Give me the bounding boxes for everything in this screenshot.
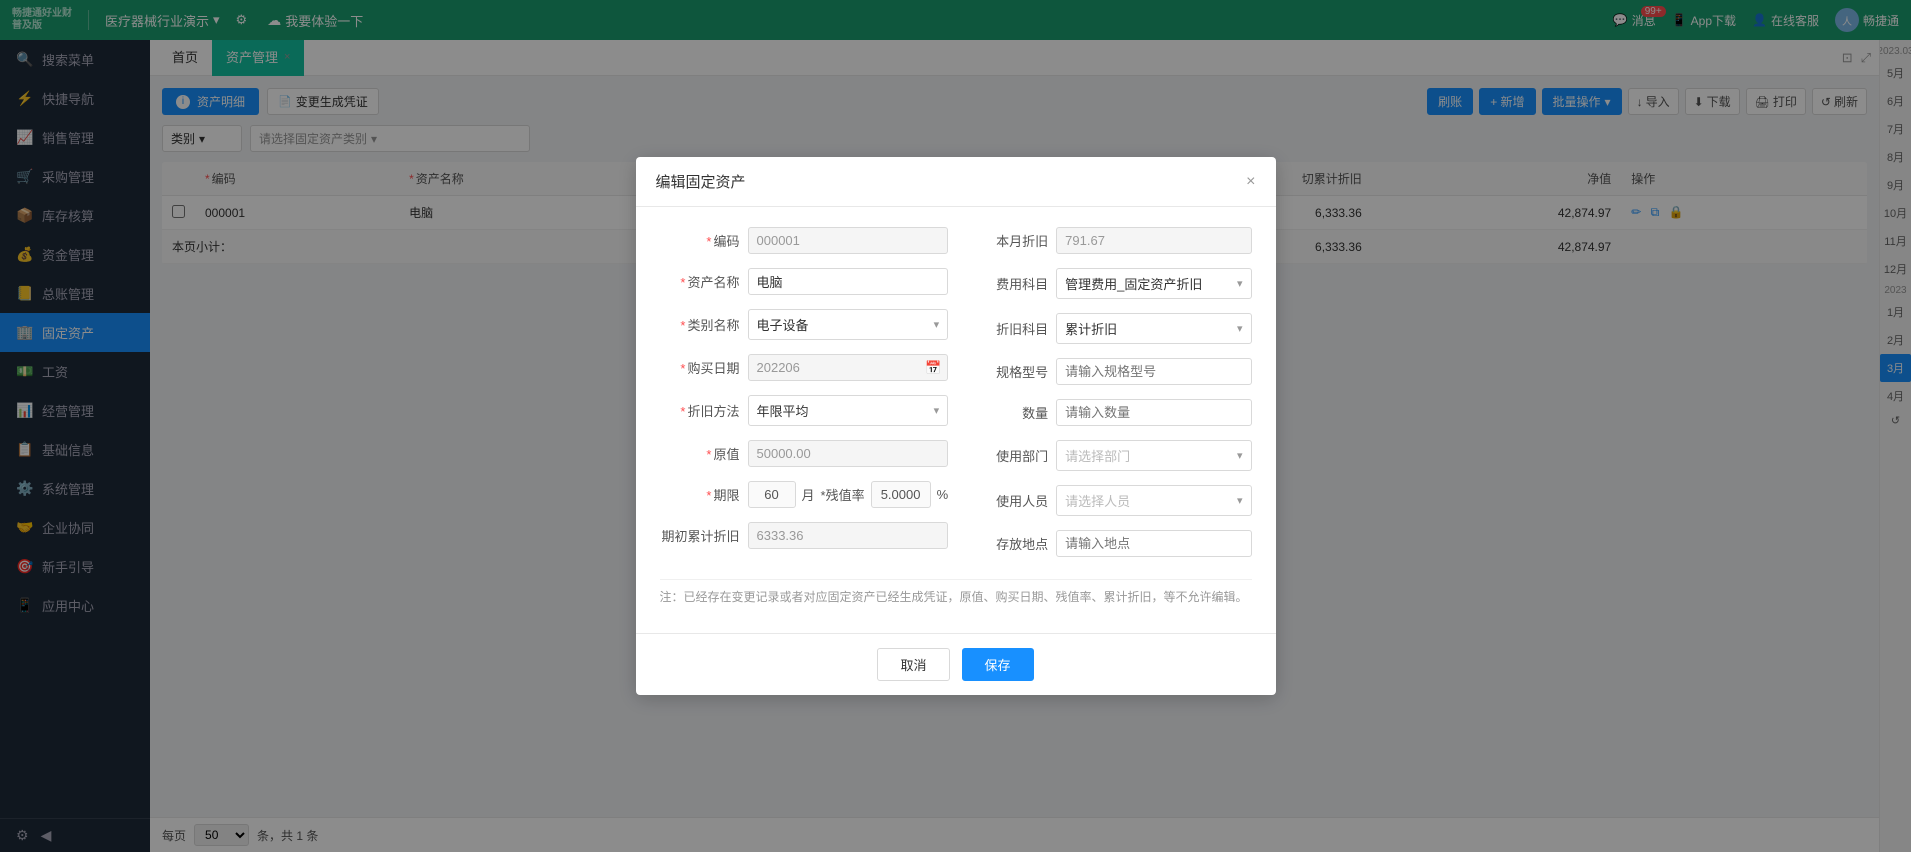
period-input[interactable] xyxy=(748,481,796,508)
form-col-right: 本月折旧 费用科目 管理费用_固定资产折旧 ▾ 折旧科目 xyxy=(968,227,1251,571)
dept-placeholder: 请选择部门 xyxy=(1065,446,1130,465)
form-row-name: *资产名称 xyxy=(660,268,949,295)
person-label: 使用人员 xyxy=(968,491,1048,510)
dialog-note: 注：已经存在变更记录或者对应固定资产已经生成凭证，原值、购买日期、残值率、累计折… xyxy=(660,579,1252,613)
dep-method-select[interactable]: 年限平均 ▾ xyxy=(748,395,949,426)
calendar-icon[interactable]: 📅 xyxy=(925,360,941,376)
period-unit: 月 xyxy=(802,485,815,504)
category-chevron: ▾ xyxy=(934,318,940,331)
month-dep-label: 本月折旧 xyxy=(968,231,1048,250)
location-input[interactable] xyxy=(1056,530,1251,557)
residual-rate-label: *残值率 xyxy=(821,485,865,504)
quantity-input[interactable] xyxy=(1056,399,1251,426)
form-row-month-dep: 本月折旧 xyxy=(968,227,1251,254)
spec-model-label: 规格型号 xyxy=(968,362,1048,381)
expense-subject-label: 费用科目 xyxy=(968,274,1048,293)
dep-subject-label: 折旧科目 xyxy=(968,319,1048,338)
form-row-category: *类别名称 电子设备 ▾ xyxy=(660,309,949,340)
dep-method-value: 年限平均 xyxy=(757,401,809,420)
name-label: *资产名称 xyxy=(660,272,740,291)
form-row-code: *编码 xyxy=(660,227,949,254)
category-select[interactable]: 电子设备 ▾ xyxy=(748,309,949,340)
form-col-left: *编码 *资产名称 *类别名称 电子设备 ▾ xyxy=(660,227,949,571)
save-btn[interactable]: 保存 xyxy=(962,648,1034,681)
code-label: *编码 xyxy=(660,231,740,250)
form-row-dep-subject: 折旧科目 累计折旧 ▾ xyxy=(968,313,1251,344)
dept-select[interactable]: 请选择部门 ▾ xyxy=(1056,440,1251,471)
person-placeholder: 请选择人员 xyxy=(1065,491,1130,510)
original-value-label: *原值 xyxy=(660,444,740,463)
form-row-original-value: *原值 xyxy=(660,440,949,467)
spec-model-input[interactable] xyxy=(1056,358,1251,385)
period-group: 月 *残值率 % xyxy=(748,481,949,508)
purchase-date-label: *购买日期 xyxy=(660,358,740,377)
form-row-quantity: 数量 xyxy=(968,399,1251,426)
expense-subject-value: 管理费用_固定资产折旧 xyxy=(1065,274,1202,293)
form-row-location: 存放地点 xyxy=(968,530,1251,557)
init-acc-dep-label: 期初累计折旧 xyxy=(660,526,740,545)
cancel-btn[interactable]: 取消 xyxy=(877,648,949,681)
edit-asset-dialog: 编辑固定资产 × *编码 *资产名称 xyxy=(636,157,1276,695)
person-select[interactable]: 请选择人员 ▾ xyxy=(1056,485,1251,516)
dep-method-label: *折旧方法 xyxy=(660,401,740,420)
purchase-date-wrapper: 📅 xyxy=(748,354,949,381)
form-grid: *编码 *资产名称 *类别名称 电子设备 ▾ xyxy=(660,227,1252,571)
form-row-person: 使用人员 请选择人员 ▾ xyxy=(968,485,1251,516)
dialog-header: 编辑固定资产 × xyxy=(636,157,1276,207)
form-row-spec-model: 规格型号 xyxy=(968,358,1251,385)
dialog-overlay: 编辑固定资产 × *编码 *资产名称 xyxy=(0,0,1911,852)
category-label-dialog: *类别名称 xyxy=(660,315,740,334)
location-label: 存放地点 xyxy=(968,534,1048,553)
form-row-period: *期限 月 *残值率 % xyxy=(660,481,949,508)
dialog-body: *编码 *资产名称 *类别名称 电子设备 ▾ xyxy=(636,207,1276,633)
form-row-dept: 使用部门 请选择部门 ▾ xyxy=(968,440,1251,471)
expense-subject-select[interactable]: 管理费用_固定资产折旧 ▾ xyxy=(1056,268,1251,299)
month-dep-input[interactable] xyxy=(1056,227,1251,254)
dialog-footer: 取消 保存 xyxy=(636,633,1276,695)
dialog-close-btn[interactable]: × xyxy=(1246,173,1255,191)
dep-subject-select[interactable]: 累计折旧 ▾ xyxy=(1056,313,1251,344)
dep-subject-value: 累计折旧 xyxy=(1065,319,1117,338)
residual-rate-unit: % xyxy=(937,487,949,502)
form-row-init-acc-dep: 期初累计折旧 xyxy=(660,522,949,549)
code-input[interactable] xyxy=(748,227,949,254)
category-value: 电子设备 xyxy=(757,315,809,334)
form-row-dep-method: *折旧方法 年限平均 ▾ xyxy=(660,395,949,426)
period-label: *期限 xyxy=(660,485,740,504)
dept-label: 使用部门 xyxy=(968,446,1048,465)
dialog-title: 编辑固定资产 xyxy=(656,171,746,192)
original-value-input[interactable] xyxy=(748,440,949,467)
residual-rate-input[interactable] xyxy=(871,481,931,508)
purchase-date-input[interactable] xyxy=(748,354,949,381)
name-input[interactable] xyxy=(748,268,949,295)
form-row-expense-subject: 费用科目 管理费用_固定资产折旧 ▾ xyxy=(968,268,1251,299)
quantity-label: 数量 xyxy=(968,403,1048,422)
form-row-purchase-date: *购买日期 📅 xyxy=(660,354,949,381)
init-acc-dep-input[interactable] xyxy=(748,522,949,549)
